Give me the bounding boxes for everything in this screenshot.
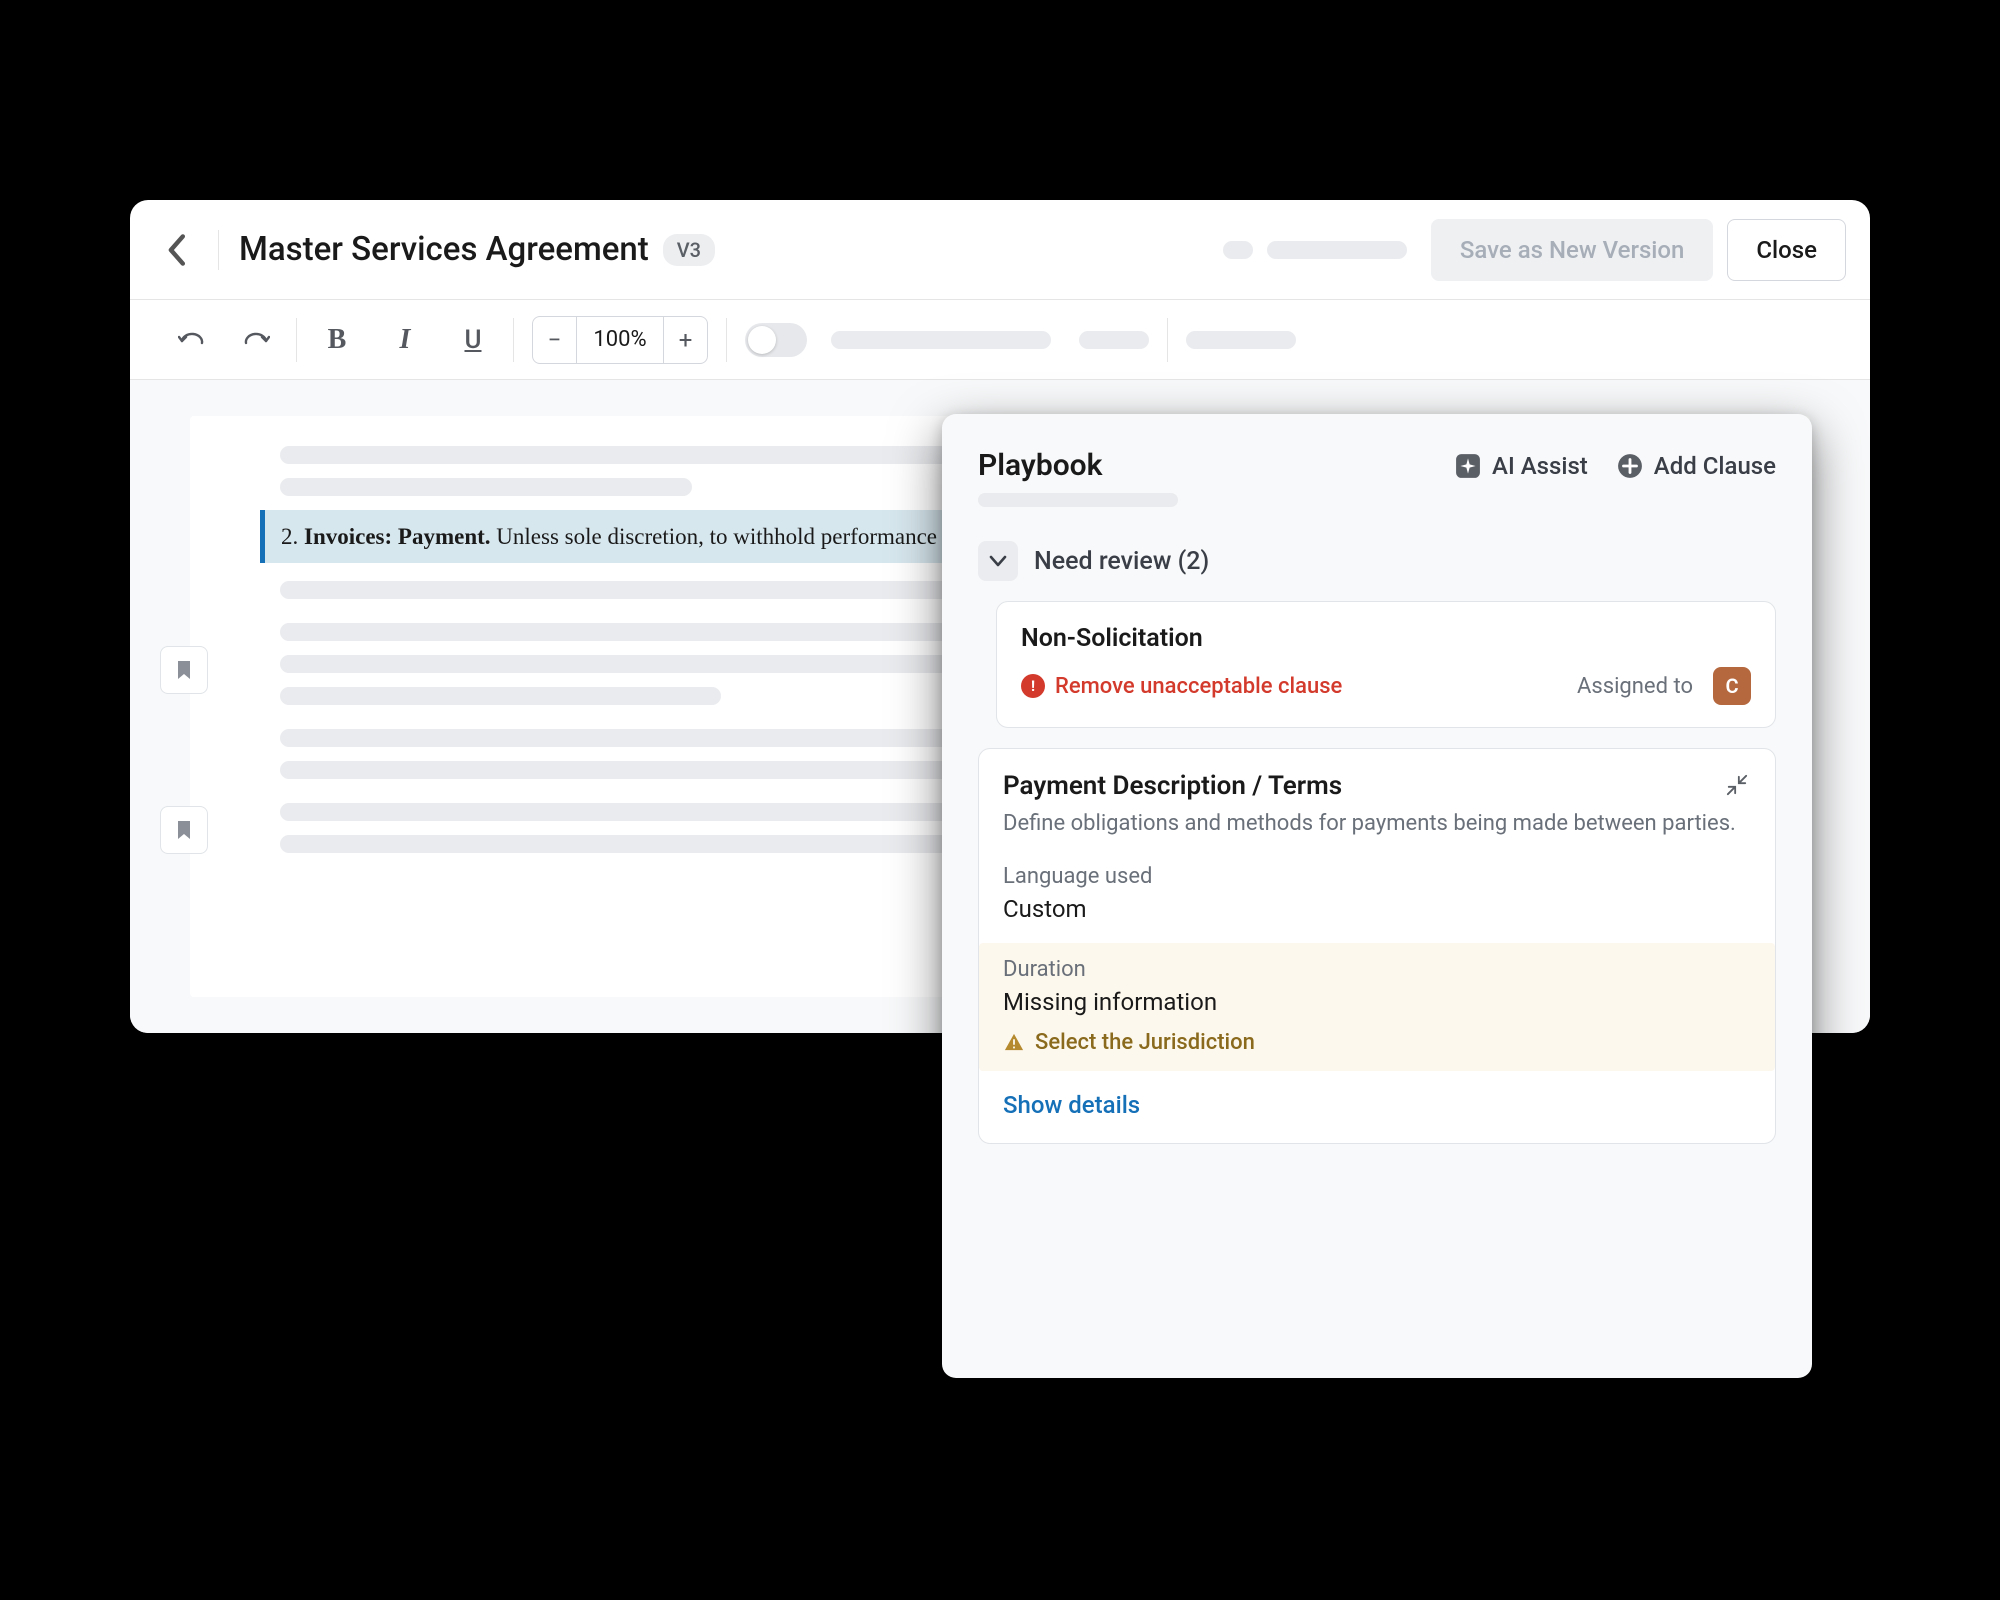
zoom-in-button[interactable]: +: [663, 317, 707, 363]
clause-card-non-solicitation[interactable]: Non-Solicitation ! Remove unacceptable c…: [996, 601, 1776, 728]
clause-number: 2.: [281, 524, 298, 549]
undo-button[interactable]: [170, 318, 214, 362]
divider: [296, 318, 297, 362]
divider: [1167, 318, 1168, 362]
jurisdiction-warning-link[interactable]: Select the Jurisdiction: [1003, 1030, 1751, 1055]
underline-button[interactable]: U: [451, 318, 495, 362]
assigned-to-label: Assigned to: [1577, 674, 1693, 699]
assignee-avatar[interactable]: C: [1713, 667, 1751, 705]
divider: [513, 318, 514, 362]
card-title: Non-Solicitation: [1021, 624, 1751, 653]
toggle-switch[interactable]: [745, 323, 807, 357]
section-label: Need review (2): [1034, 547, 1209, 576]
zoom-value: 100%: [577, 327, 663, 352]
placeholder: [978, 493, 1178, 507]
show-details-link[interactable]: Show details: [1003, 1091, 1140, 1119]
add-clause-label: Add Clause: [1654, 452, 1776, 480]
ai-assist-label: AI Assist: [1492, 452, 1588, 480]
collapse-toggle[interactable]: [978, 541, 1018, 581]
duration-warning-block: Duration Missing information Select the …: [979, 943, 1775, 1071]
back-button[interactable]: [154, 228, 198, 272]
bookmark-icon: [175, 659, 193, 681]
close-button[interactable]: Close: [1727, 219, 1846, 281]
card-title: Payment Description / Terms: [1003, 771, 1711, 801]
clause-heading: Invoices: Payment.: [304, 524, 491, 549]
alert-icon: !: [1021, 674, 1045, 698]
bookmark-tab[interactable]: [160, 646, 208, 694]
language-used-value: Custom: [1003, 895, 1751, 923]
italic-button[interactable]: I: [383, 318, 427, 362]
placeholder: [831, 331, 1051, 349]
language-used-label: Language used: [1003, 864, 1751, 889]
redo-button[interactable]: [234, 318, 278, 362]
placeholder: [1079, 331, 1149, 349]
app-header: Master Services Agreement V3 Save as New…: [130, 200, 1870, 300]
chevron-down-icon: [988, 554, 1008, 568]
redo-icon: [242, 331, 270, 349]
ai-assist-button[interactable]: AI Assist: [1454, 452, 1588, 480]
placeholder: [1267, 241, 1407, 259]
collapse-button[interactable]: [1723, 771, 1751, 799]
playbook-panel: Playbook AI Assist Add Clause Need revie…: [942, 414, 1812, 1378]
warning-icon: [1003, 1032, 1025, 1052]
need-review-section[interactable]: Need review (2): [978, 541, 1776, 581]
alert-text: Remove unacceptable clause: [1055, 674, 1567, 699]
version-badge: V3: [663, 234, 715, 266]
plus-circle-icon: [1616, 452, 1644, 480]
duration-label: Duration: [1003, 957, 1751, 982]
chevron-left-icon: [165, 233, 187, 267]
add-clause-button[interactable]: Add Clause: [1616, 452, 1776, 480]
jurisdiction-warning-text: Select the Jurisdiction: [1035, 1030, 1255, 1055]
card-description: Define obligations and methods for payme…: [1003, 809, 1751, 840]
clause-card-payment-terms[interactable]: Payment Description / Terms Define oblig…: [978, 748, 1776, 1144]
divider: [726, 318, 727, 362]
divider: [218, 230, 219, 270]
placeholder: [1223, 241, 1253, 259]
sparkle-icon: [1454, 452, 1482, 480]
duration-value: Missing information: [1003, 988, 1751, 1016]
formatting-toolbar: B I U − 100% +: [130, 300, 1870, 380]
bookmark-icon: [175, 819, 193, 841]
placeholder: [1186, 331, 1296, 349]
save-as-new-version-button[interactable]: Save as New Version: [1431, 219, 1714, 281]
zoom-out-button[interactable]: −: [533, 317, 577, 363]
playbook-header: Playbook AI Assist Add Clause: [978, 448, 1776, 483]
playbook-title: Playbook: [978, 448, 1426, 483]
zoom-control: − 100% +: [532, 316, 708, 364]
undo-icon: [178, 331, 206, 349]
collapse-icon: [1726, 774, 1748, 796]
bookmark-tab[interactable]: [160, 806, 208, 854]
document-title: Master Services Agreement: [239, 230, 649, 269]
bold-button[interactable]: B: [315, 318, 359, 362]
